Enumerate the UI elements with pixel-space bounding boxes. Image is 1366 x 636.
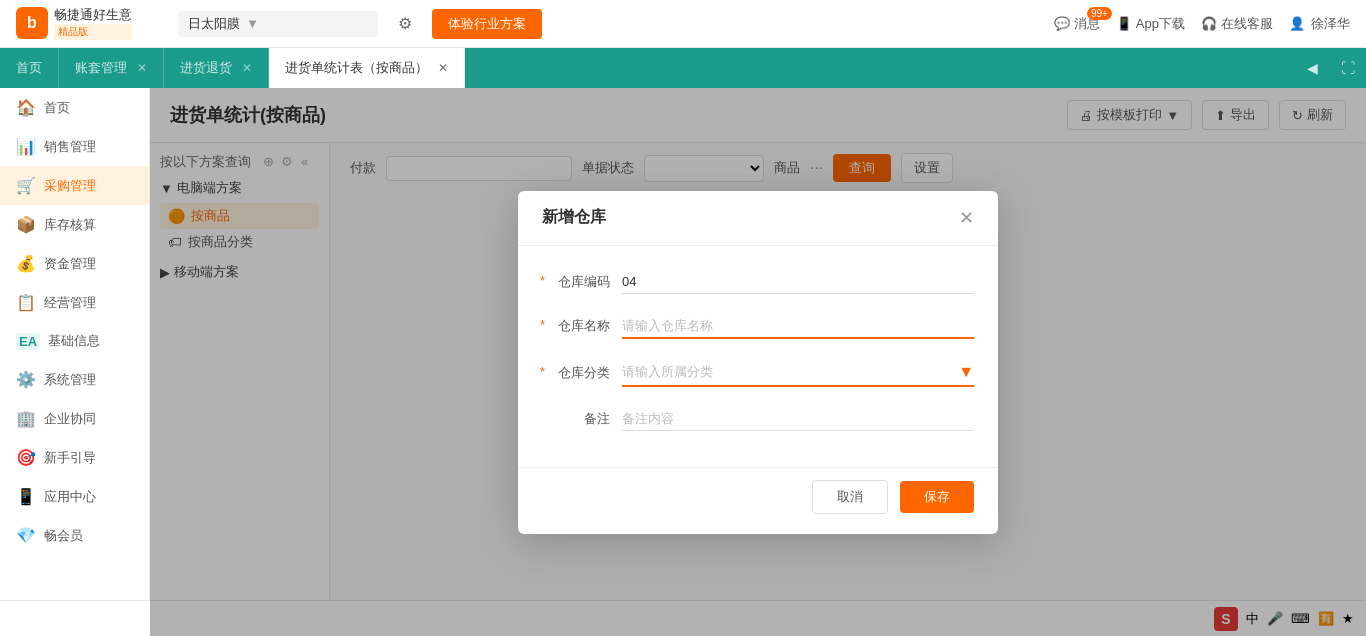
code-input[interactable] — [622, 270, 974, 294]
vip-icon: 💎 — [16, 526, 36, 545]
logo-badge: 精品版 — [54, 24, 132, 40]
sidebar-label-basic-info: 基础信息 — [48, 332, 100, 350]
tab-account[interactable]: 账套管理 ✕ — [59, 48, 164, 88]
sidebar-item-app-center[interactable]: 📱 应用中心 — [0, 477, 149, 516]
sidebar-label-guide: 新手引导 — [44, 449, 96, 467]
sidebar-label-app-center: 应用中心 — [44, 488, 96, 506]
sidebar-item-purchase[interactable]: 🛒 采购管理 — [0, 166, 149, 205]
sidebar-item-basic-info[interactable]: EA 基础信息 — [0, 322, 149, 360]
modal-close-icon[interactable]: ✕ — [959, 207, 974, 229]
tab-purchase-return[interactable]: 进货退货 ✕ — [164, 48, 269, 88]
sales-icon: 📊 — [16, 137, 36, 156]
message-badge: 99+ — [1087, 7, 1112, 20]
cancel-button[interactable]: 取消 — [812, 480, 888, 514]
phone-icon: 📱 — [1116, 16, 1132, 31]
logo-area: b 畅捷通好生意 精品版 — [16, 7, 166, 40]
top-header: b 畅捷通好生意 精品版 日太阳膜 ▼ ⚙ 体验行业方案 💬 消息 99+ 📱 … — [0, 0, 1366, 48]
sidebar-item-enterprise[interactable]: 🏢 企业协同 — [0, 399, 149, 438]
sidebar-item-inventory[interactable]: 📦 库存核算 — [0, 205, 149, 244]
logo-icon: b — [16, 7, 48, 39]
home-icon: 🏠 — [16, 98, 36, 117]
tab-purchase-return-label: 进货退货 — [180, 59, 232, 77]
sidebar-label-sales: 销售管理 — [44, 138, 96, 156]
form-row-remark: 备注 — [542, 407, 974, 431]
form-row-code: 仓库编码 — [542, 270, 974, 294]
tab-purchase-return-close-icon[interactable]: ✕ — [242, 61, 252, 75]
trial-button[interactable]: 体验行业方案 — [432, 9, 542, 39]
modal-title: 新增仓库 — [542, 207, 606, 228]
tab-prev-icon[interactable]: ◀ — [1294, 48, 1330, 88]
search-area[interactable]: 日太阳膜 ▼ — [178, 11, 378, 37]
sidebar-item-finance[interactable]: 💰 资金管理 — [0, 244, 149, 283]
messages-button[interactable]: 💬 消息 99+ — [1054, 15, 1100, 33]
sidebar-label-operations: 经营管理 — [44, 294, 96, 312]
sidebar-label-vip: 畅会员 — [44, 527, 83, 545]
operations-icon: 📋 — [16, 293, 36, 312]
basic-info-icon: EA — [16, 333, 40, 350]
app-center-icon: 📱 — [16, 487, 36, 506]
sidebar-item-sales[interactable]: 📊 销售管理 — [0, 127, 149, 166]
category-select-wrapper[interactable]: 请输入所属分类 ▼ — [622, 359, 974, 387]
remark-input[interactable] — [622, 407, 974, 431]
new-warehouse-modal: 新增仓库 ✕ 仓库编码 仓库名称 — [518, 191, 998, 534]
message-icon: 💬 — [1054, 16, 1070, 31]
system-icon: ⚙️ — [16, 370, 36, 389]
content-area: 进货单统计(按商品) 🖨 按模板打印 ▼ ⬆ 导出 ↻ 刷新 — [150, 88, 1366, 636]
code-label: 仓库编码 — [542, 273, 622, 291]
search-arrow-icon: ▼ — [246, 16, 259, 31]
modal-footer: 取消 保存 — [518, 467, 998, 534]
modal-header: 新增仓库 ✕ — [518, 191, 998, 246]
app-download-button[interactable]: 📱 App下载 — [1116, 15, 1185, 33]
enterprise-icon: 🏢 — [16, 409, 36, 428]
category-label: 仓库分类 — [542, 364, 622, 382]
headset-icon: 🎧 — [1201, 16, 1217, 31]
sidebar-label-purchase: 采购管理 — [44, 177, 96, 195]
sidebar-item-vip[interactable]: 💎 畅会员 — [0, 516, 149, 555]
online-service-button[interactable]: 🎧 在线客服 — [1201, 15, 1273, 33]
settings-icon[interactable]: ⚙ — [390, 9, 420, 39]
sidebar-item-home[interactable]: 🏠 首页 — [0, 88, 149, 127]
tab-account-label: 账套管理 — [75, 59, 127, 77]
tab-expand-icon[interactable]: ⛶ — [1330, 48, 1366, 88]
finance-icon: 💰 — [16, 254, 36, 273]
tab-actions: ◀ ⛶ — [1294, 48, 1366, 88]
sidebar-item-system[interactable]: ⚙️ 系统管理 — [0, 360, 149, 399]
sidebar-item-operations[interactable]: 📋 经营管理 — [0, 283, 149, 322]
name-label: 仓库名称 — [542, 317, 622, 335]
tab-account-close-icon[interactable]: ✕ — [137, 61, 147, 75]
guide-icon: 🎯 — [16, 448, 36, 467]
inventory-icon: 📦 — [16, 215, 36, 234]
user-icon: 👤 — [1289, 16, 1305, 31]
form-row-category: 仓库分类 请输入所属分类 ▼ — [542, 359, 974, 387]
tab-home-label: 首页 — [16, 59, 42, 77]
header-right: 💬 消息 99+ 📱 App下载 🎧 在线客服 👤 徐泽华 — [1054, 15, 1350, 33]
logo-name: 畅捷通好生意 — [54, 7, 132, 24]
tab-purchase-stats-close-icon[interactable]: ✕ — [438, 61, 448, 75]
tab-home[interactable]: 首页 — [0, 48, 59, 88]
category-dropdown-icon: ▼ — [958, 363, 974, 381]
tab-purchase-stats[interactable]: 进货单统计表（按商品） ✕ — [269, 48, 465, 88]
username-label: 徐泽华 — [1311, 15, 1350, 33]
category-select-placeholder: 请输入所属分类 — [622, 363, 958, 381]
modal-body: 仓库编码 仓库名称 仓库分类 — [518, 246, 998, 467]
form-row-name: 仓库名称 — [542, 314, 974, 339]
sidebar-label-system: 系统管理 — [44, 371, 96, 389]
user-avatar-area[interactable]: 👤 徐泽华 — [1289, 15, 1350, 33]
sidebar-label-home: 首页 — [44, 99, 70, 117]
purchase-icon: 🛒 — [16, 176, 36, 195]
sidebar-label-finance: 资金管理 — [44, 255, 96, 273]
sidebar-label-enterprise: 企业协同 — [44, 410, 96, 428]
sidebar-item-guide[interactable]: 🎯 新手引导 — [0, 438, 149, 477]
name-input[interactable] — [622, 314, 974, 339]
save-button[interactable]: 保存 — [900, 481, 974, 513]
sidebar: 🏠 首页 📊 销售管理 🛒 采购管理 📦 库存核算 💰 资金管理 📋 经营管理 … — [0, 88, 150, 636]
modal-overlay: 新增仓库 ✕ 仓库编码 仓库名称 — [150, 88, 1366, 636]
tab-purchase-stats-label: 进货单统计表（按商品） — [285, 59, 428, 77]
search-text: 日太阳膜 — [188, 15, 240, 33]
tab-bar: 首页 账套管理 ✕ 进货退货 ✕ 进货单统计表（按商品） ✕ ◀ ⛶ — [0, 48, 1366, 88]
sidebar-label-inventory: 库存核算 — [44, 216, 96, 234]
remark-label: 备注 — [542, 410, 622, 428]
main-layout: 🏠 首页 📊 销售管理 🛒 采购管理 📦 库存核算 💰 资金管理 📋 经营管理 … — [0, 88, 1366, 636]
